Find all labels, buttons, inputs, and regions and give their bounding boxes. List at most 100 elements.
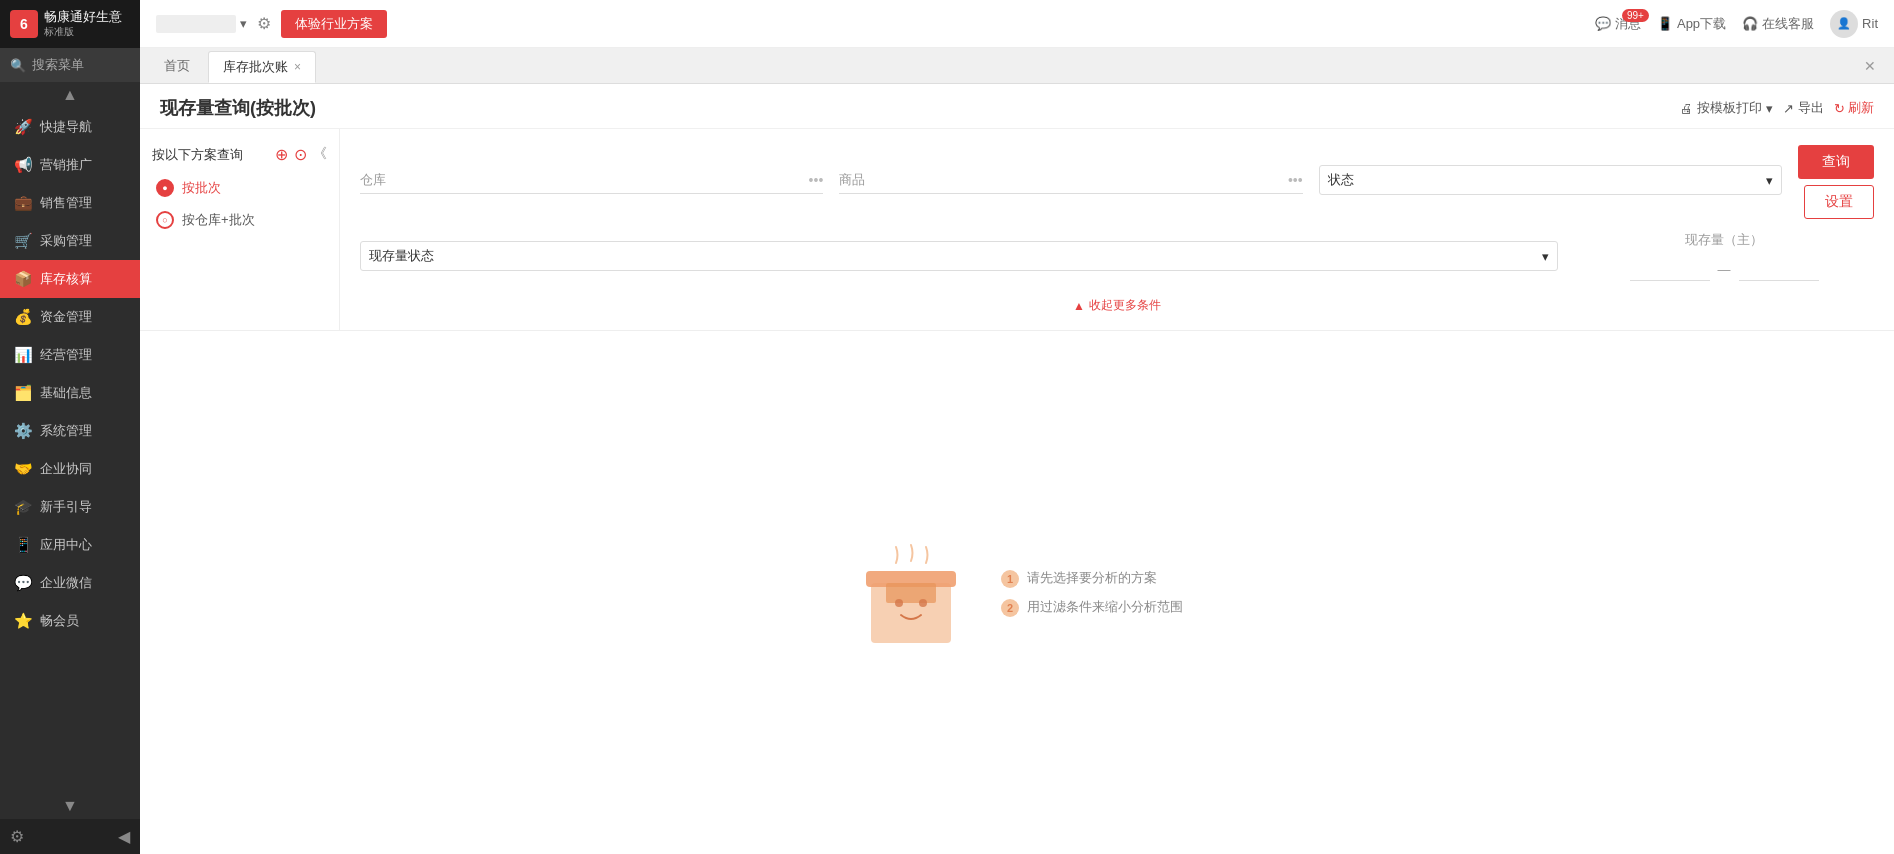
sidebar-item-purchase[interactable]: 🛒 采购管理 — [0, 222, 140, 260]
sidebar-item-label: 企业协同 — [40, 460, 92, 478]
sidebar-item-label: 畅会员 — [40, 612, 79, 630]
sidebar-item-sales[interactable]: 💼 销售管理 — [0, 184, 140, 222]
scroll-up-btn[interactable]: ▲ — [0, 82, 140, 108]
sidebar-item-label: 应用中心 — [40, 536, 92, 554]
print-label: 按模板打印 — [1697, 99, 1762, 117]
status-field: 状态 ▾ — [1319, 165, 1782, 195]
page-header: 现存量查询(按批次) 🖨 按模板打印 ▾ ↗ 导出 ↻ 刷新 — [140, 84, 1894, 129]
filter-settings-btn[interactable]: 设置 — [1804, 185, 1874, 219]
stock-status-field: 现存量状态 ▾ — [360, 241, 1558, 271]
filter-left-actions: ⊕ ⊙ 《 — [275, 145, 327, 164]
sidebar-item-label: 企业微信 — [40, 574, 92, 592]
sidebar-item-operations[interactable]: 📊 经营管理 — [0, 336, 140, 374]
settings-footer-icon[interactable]: ⚙ — [10, 827, 24, 846]
tab-home[interactable]: 首页 — [150, 51, 204, 81]
sidebar-item-quicknav[interactable]: 🚀 快捷导航 — [0, 108, 140, 146]
search-menu-label: 搜索菜单 — [32, 56, 84, 74]
chevron-down-icon: ▾ — [240, 16, 247, 31]
status-select[interactable]: 状态 ▾ — [1319, 165, 1782, 195]
sidebar-item-wechat[interactable]: 💬 企业微信 — [0, 564, 140, 602]
sidebar-item-finance[interactable]: 💰 资金管理 — [0, 298, 140, 336]
filter-row-1: 仓库 ••• 商品 ••• 状态 — [360, 141, 1874, 219]
collapse-icon: ▲ — [1073, 299, 1085, 313]
svg-rect-2 — [886, 583, 936, 603]
scroll-down-btn[interactable]: ▼ — [0, 793, 140, 819]
tab-inventory-batch-label: 库存批次账 — [223, 58, 288, 76]
sales-icon: 💼 — [14, 194, 32, 212]
dropdown-text — [156, 15, 236, 33]
stock-qty-range: — — [1630, 257, 1819, 281]
scheme-option-warehouse-batch[interactable]: ○ 按仓库+批次 — [140, 204, 339, 236]
sidebar-item-label: 新手引导 — [40, 498, 92, 516]
topbar-dropdown[interactable]: ▾ — [156, 15, 247, 33]
user-avatar-btn[interactable]: 👤 Rit — [1830, 10, 1878, 38]
refresh-btn[interactable]: ↻ 刷新 — [1834, 99, 1874, 117]
empty-state: 1 请先选择要分析的方案 2 用过滤条件来缩小分析范围 — [140, 331, 1894, 854]
svg-point-3 — [895, 599, 903, 607]
filter-container: 按以下方案查询 ⊕ ⊙ 《 ● 按批次 ○ 按仓库+批次 — [140, 129, 1894, 331]
export-btn[interactable]: ↗ 导出 — [1783, 99, 1824, 117]
filter-fields-panel: 仓库 ••• 商品 ••• 状态 — [340, 129, 1894, 330]
settings-gear-icon[interactable]: ⚙ — [257, 14, 271, 33]
basic-icon: 🗂️ — [14, 384, 32, 402]
scheme-settings-icon[interactable]: ⊙ — [294, 145, 307, 164]
collab-icon: 🤝 — [14, 460, 32, 478]
refresh-icon: ↻ — [1834, 101, 1845, 116]
scheme-option-batch[interactable]: ● 按批次 — [140, 172, 339, 204]
main-close-icon[interactable]: ✕ — [1856, 54, 1884, 78]
warehouse-input[interactable] — [392, 172, 803, 187]
status-label: 状态 — [1328, 171, 1354, 189]
app-download-btn[interactable]: 📱 App下载 — [1657, 15, 1726, 33]
filter-collapse-row[interactable]: ▲ 收起更多条件 — [360, 293, 1874, 318]
sidebar-item-collab[interactable]: 🤝 企业协同 — [0, 450, 140, 488]
range-dash: — — [1718, 262, 1731, 277]
product-input[interactable] — [871, 172, 1282, 187]
print-btn[interactable]: 🖨 按模板打印 ▾ — [1680, 99, 1773, 117]
scheme-collapse-icon[interactable]: 《 — [313, 145, 327, 164]
sidebar-item-guide[interactable]: 🎓 新手引导 — [0, 488, 140, 526]
collapse-label: 收起更多条件 — [1089, 297, 1161, 314]
empty-illustration — [851, 533, 971, 653]
tab-close-icon[interactable]: × — [294, 60, 301, 74]
product-more-icon[interactable]: ••• — [1288, 172, 1303, 188]
empty-hint-2: 2 用过滤条件来缩小分析范围 — [1001, 598, 1183, 617]
system-icon: ⚙️ — [14, 422, 32, 440]
sidebar-header: 6 畅康通好生意 标准版 — [0, 0, 140, 48]
message-btn[interactable]: 💬 消息 99+ — [1595, 15, 1641, 33]
online-service-btn[interactable]: 🎧 在线客服 — [1742, 15, 1814, 33]
warehouse-more-icon[interactable]: ••• — [809, 172, 824, 188]
export-icon: ↗ — [1783, 101, 1794, 116]
sidebar-item-member[interactable]: ⭐ 畅会员 — [0, 602, 140, 640]
filter-btn-group: 查询 设置 — [1798, 141, 1874, 219]
app-version: 标准版 — [44, 25, 122, 39]
sidebar-item-inventory[interactable]: 📦 库存核算 — [0, 260, 140, 298]
collapse-sidebar-icon[interactable]: ◀ — [118, 827, 130, 846]
finance-icon: 💰 — [14, 308, 32, 326]
sidebar-item-basic[interactable]: 🗂️ 基础信息 — [0, 374, 140, 412]
filter-scheme-panel: 按以下方案查询 ⊕ ⊙ 《 ● 按批次 ○ 按仓库+批次 — [140, 129, 340, 330]
industry-btn[interactable]: 体验行业方案 — [281, 10, 387, 38]
topbar: ▾ ⚙ 体验行业方案 💬 消息 99+ 📱 App下载 🎧 在线客服 👤 Rit — [140, 0, 1894, 48]
sidebar-item-system[interactable]: ⚙️ 系统管理 — [0, 412, 140, 450]
stock-qty-label: 现存量（主） — [1685, 231, 1763, 249]
sidebar-item-appcenter[interactable]: 📱 应用中心 — [0, 526, 140, 564]
tab-inventory-batch[interactable]: 库存批次账 × — [208, 51, 316, 83]
hint-num-2: 2 — [1001, 599, 1019, 617]
search-menu-item[interactable]: 🔍 搜索菜单 — [0, 48, 140, 82]
query-btn[interactable]: 查询 — [1798, 145, 1874, 179]
sidebar-item-marketing[interactable]: 📢 营销推广 — [0, 146, 140, 184]
stock-qty-max-input[interactable] — [1739, 257, 1819, 281]
stock-status-select[interactable]: 现存量状态 ▾ — [360, 241, 1558, 271]
svg-point-4 — [919, 599, 927, 607]
scheme-option-batch-label: 按批次 — [182, 179, 221, 197]
stock-qty-min-input[interactable] — [1630, 257, 1710, 281]
refresh-label: 刷新 — [1848, 99, 1874, 117]
appcenter-icon: 📱 — [14, 536, 32, 554]
sidebar-item-label: 经营管理 — [40, 346, 92, 364]
member-icon: ⭐ — [14, 612, 32, 630]
add-scheme-icon[interactable]: ⊕ — [275, 145, 288, 164]
empty-hints: 1 请先选择要分析的方案 2 用过滤条件来缩小分析范围 — [1001, 569, 1183, 617]
product-input-wrap: 商品 ••• — [839, 167, 1302, 194]
scheme-label: 按以下方案查询 — [152, 146, 243, 164]
sidebar: 6 畅康通好生意 标准版 🔍 搜索菜单 ▲ 🚀 快捷导航 📢 营销推广 💼 销售… — [0, 0, 140, 854]
